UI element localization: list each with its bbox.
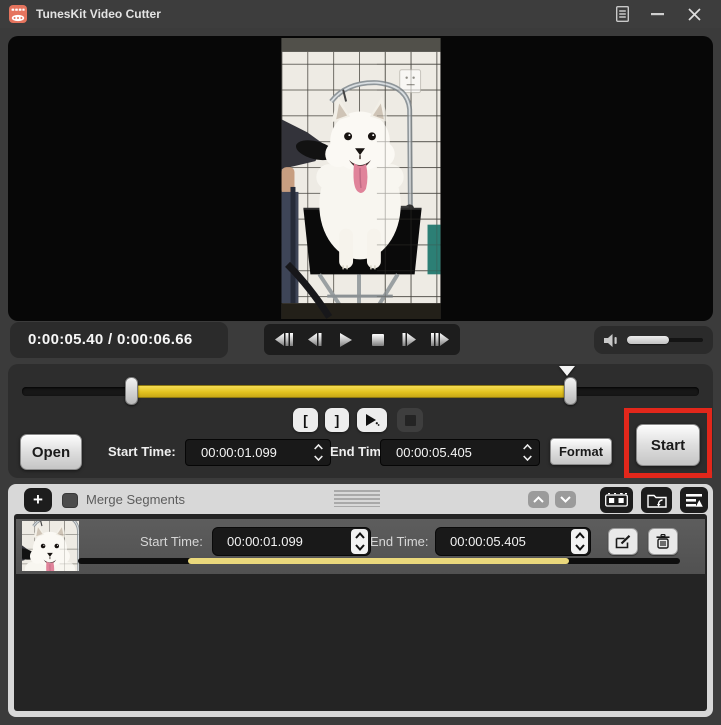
start-time-label: Start Time: xyxy=(108,444,176,459)
fast-forward-icon xyxy=(431,333,450,346)
step-backward-icon xyxy=(307,333,322,346)
menu-button[interactable] xyxy=(608,0,636,28)
open-button[interactable]: Open xyxy=(20,434,82,470)
volume-control xyxy=(594,326,713,354)
preview-play-icon xyxy=(365,413,379,426)
segment-frames-button[interactable] xyxy=(600,487,633,513)
film-strip-icon xyxy=(605,492,628,507)
delete-segment-button[interactable] xyxy=(648,528,678,555)
segment-end-time-label: End Time: xyxy=(370,534,429,549)
chevron-up-icon xyxy=(354,532,365,539)
chevron-down-icon xyxy=(574,544,585,551)
playback-time-display: 0:00:05.40 / 0:00:06.66 xyxy=(10,322,228,358)
end-time-input[interactable] xyxy=(380,439,540,466)
step-forward-icon xyxy=(402,333,416,346)
segment-list-button[interactable] xyxy=(680,487,708,513)
fast-forward-button[interactable] xyxy=(426,327,454,353)
chevron-down-icon xyxy=(560,496,571,503)
step-backward-button[interactable] xyxy=(301,327,329,353)
volume-slider-fill[interactable] xyxy=(627,336,669,344)
preview-segment-button[interactable] xyxy=(357,408,387,432)
chevron-up-icon xyxy=(313,444,323,450)
stop-button[interactable] xyxy=(364,327,392,353)
volume-slider[interactable] xyxy=(627,336,703,344)
panel-resize-grip[interactable] xyxy=(334,490,380,507)
app-logo-icon xyxy=(9,5,27,23)
start-time-stepper[interactable] xyxy=(311,441,325,464)
stop-icon xyxy=(371,333,384,346)
segment-start-time-label: Start Time: xyxy=(140,534,203,549)
add-segment-button[interactable]: + xyxy=(24,488,52,512)
menu-icon xyxy=(615,6,629,22)
end-time-stepper[interactable] xyxy=(520,441,534,464)
close-icon xyxy=(687,7,701,21)
set-start-button[interactable]: [ xyxy=(293,408,318,432)
fast-backward-icon xyxy=(274,333,293,346)
start-button[interactable]: Start xyxy=(636,424,700,466)
format-button[interactable]: Format xyxy=(550,438,612,465)
timeline-end-handle[interactable] xyxy=(564,377,577,405)
start-time-input[interactable] xyxy=(185,439,331,466)
list-icon xyxy=(685,493,703,507)
edit-icon xyxy=(615,534,631,548)
stop-preview-icon xyxy=(404,414,416,426)
trim-control-panel: [ ] Open Start Time: End Time: Format St… xyxy=(8,364,713,478)
video-frame xyxy=(281,38,441,319)
merge-segments-checkbox[interactable] xyxy=(62,493,78,508)
window-title: TunesKit Video Cutter xyxy=(36,7,161,21)
trash-icon xyxy=(656,534,670,549)
play-button[interactable] xyxy=(332,327,360,353)
edit-segment-button[interactable] xyxy=(608,528,638,555)
segment-row: Start Time: End Time: xyxy=(16,519,705,574)
title-bar: TunesKit Video Cutter xyxy=(0,0,721,28)
set-end-button[interactable]: ] xyxy=(325,408,349,432)
video-preview-panel xyxy=(8,36,713,321)
move-up-button[interactable] xyxy=(528,491,549,508)
merge-segments-label: Merge Segments xyxy=(86,492,185,507)
chevron-down-icon xyxy=(313,455,323,461)
segment-start-time-input[interactable] xyxy=(212,527,371,556)
segment-end-stepper[interactable] xyxy=(571,529,588,554)
close-button[interactable] xyxy=(680,0,708,28)
stop-preview-button[interactable] xyxy=(397,408,423,432)
segment-range-fill xyxy=(188,558,569,564)
segment-range-bar xyxy=(78,558,680,564)
speaker-icon[interactable] xyxy=(604,333,620,347)
segment-list-area: Start Time: End Time: xyxy=(14,514,707,711)
open-folder-button[interactable] xyxy=(641,487,672,513)
move-down-button[interactable] xyxy=(555,491,576,508)
chevron-down-icon xyxy=(354,544,365,551)
transport-bar xyxy=(264,324,460,355)
segment-end-time-input[interactable] xyxy=(435,527,591,556)
play-icon xyxy=(340,332,353,347)
chevron-down-icon xyxy=(522,455,532,461)
segment-start-stepper[interactable] xyxy=(351,529,368,554)
fast-backward-button[interactable] xyxy=(270,327,298,353)
timeline-playhead[interactable] xyxy=(559,366,575,376)
segments-panel: + Merge Segments Start Time: 00:00:01.09… xyxy=(8,484,713,717)
step-forward-button[interactable] xyxy=(395,327,423,353)
timeline-selection[interactable] xyxy=(133,385,570,398)
chevron-up-icon xyxy=(574,532,585,539)
minimize-button[interactable] xyxy=(644,0,670,28)
folder-icon xyxy=(646,494,667,508)
segment-thumbnail xyxy=(22,521,79,571)
chevron-up-icon xyxy=(533,496,544,503)
chevron-up-icon xyxy=(522,444,532,450)
minimize-icon xyxy=(650,12,664,15)
timeline-start-handle[interactable] xyxy=(125,377,138,405)
